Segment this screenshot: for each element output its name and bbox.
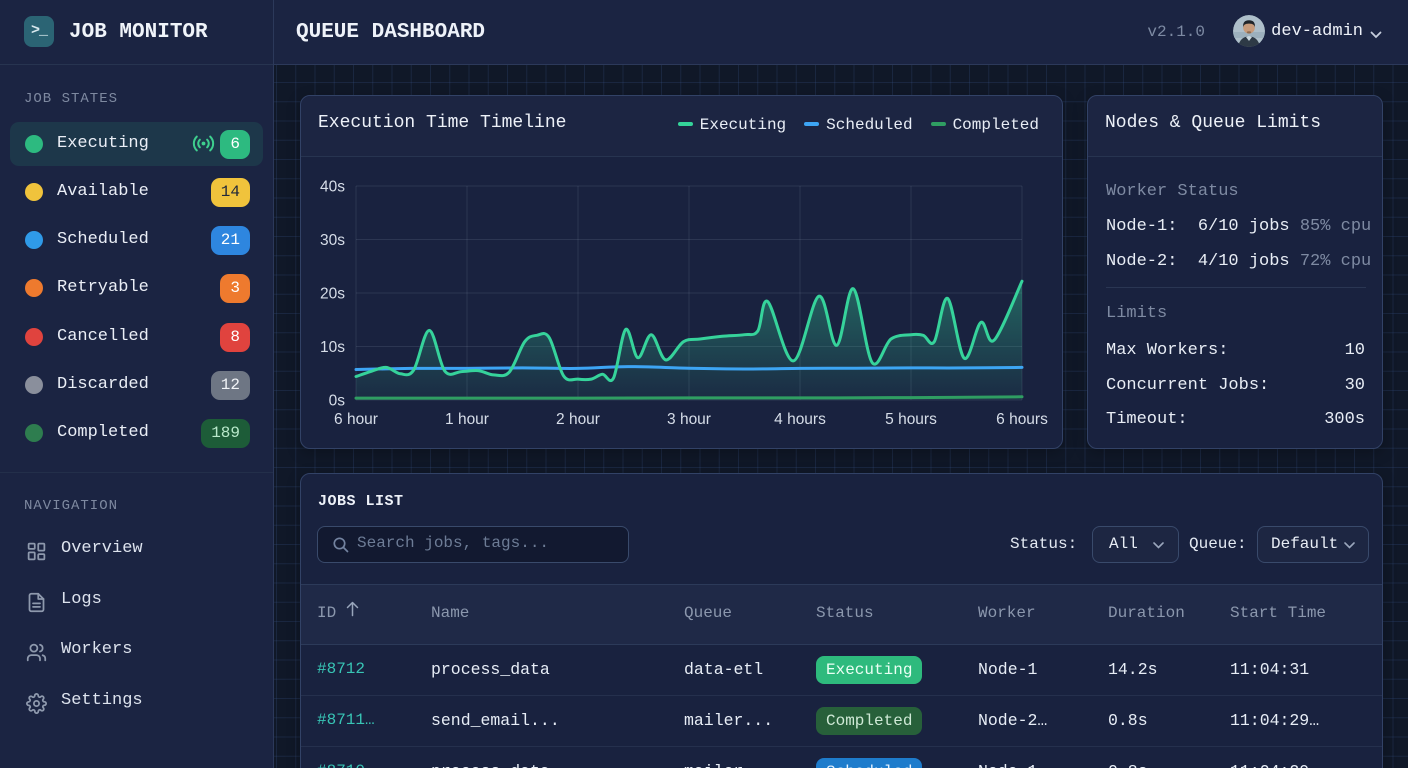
svg-text:1 hour: 1 hour xyxy=(445,411,489,428)
svg-text:5 hours: 5 hours xyxy=(885,411,937,428)
svg-text:40s: 40s xyxy=(320,179,345,196)
svg-text:30s: 30s xyxy=(320,232,345,249)
svg-text:3 hour: 3 hour xyxy=(667,411,711,428)
svg-text:10s: 10s xyxy=(320,339,345,356)
svg-text:20s: 20s xyxy=(320,286,345,303)
svg-text:6 hours: 6 hours xyxy=(996,411,1048,428)
svg-text:2 hour: 2 hour xyxy=(556,411,600,428)
svg-text:4 hours: 4 hours xyxy=(774,411,826,428)
svg-text:6 hour: 6 hour xyxy=(334,411,378,428)
svg-text:0s: 0s xyxy=(329,393,346,410)
